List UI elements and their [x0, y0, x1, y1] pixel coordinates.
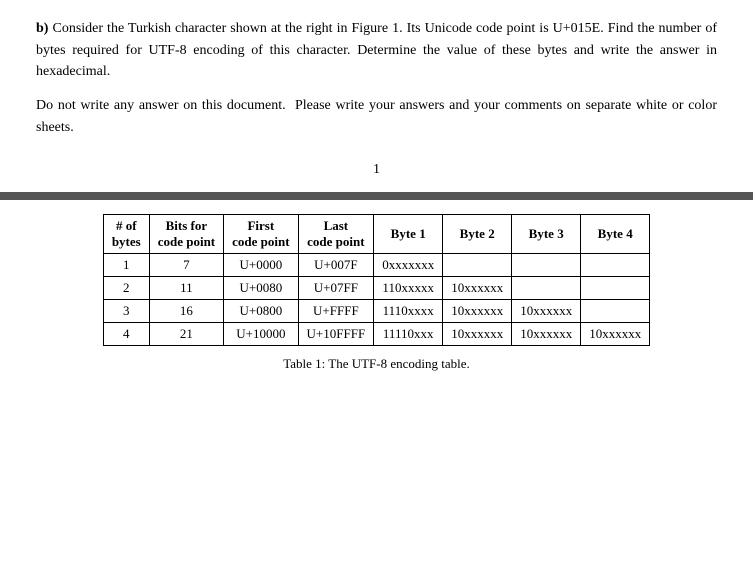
table-row: 211U+0080U+07FF110xxxxx10xxxxxx — [103, 277, 649, 300]
cell-first: U+0080 — [224, 277, 298, 300]
cell-last: U+07FF — [298, 277, 374, 300]
paragraph-b-text: Consider the Turkish character shown at … — [36, 21, 717, 79]
cell-bytes: 2 — [103, 277, 149, 300]
cell-last: U+007F — [298, 254, 374, 277]
section-divider — [0, 192, 753, 200]
header-bytes: # of bytes — [103, 215, 149, 254]
bold-b: b) — [36, 21, 48, 36]
cell-byte1: 0xxxxxxx — [374, 254, 443, 277]
cell-byte4 — [581, 300, 650, 323]
table-row: 316U+0800U+FFFF1110xxxx10xxxxxx10xxxxxx — [103, 300, 649, 323]
cell-byte3 — [512, 254, 581, 277]
cell-bits: 7 — [149, 254, 223, 277]
header-bits: Bits for code point — [149, 215, 223, 254]
notice-paragraph: Do not write any answer on this document… — [36, 95, 717, 138]
top-section: b) Consider the Turkish character shown … — [0, 0, 753, 156]
utf8-encoding-table: # of bytes Bits for code point First cod… — [103, 214, 650, 346]
cell-byte3: 10xxxxxx — [512, 323, 581, 346]
cell-byte2: 10xxxxxx — [443, 277, 512, 300]
cell-byte4 — [581, 254, 650, 277]
notice-text: Do not write any answer on this document… — [36, 98, 717, 135]
cell-bits: 21 — [149, 323, 223, 346]
header-byte4: Byte 4 — [581, 215, 650, 254]
cell-last: U+FFFF — [298, 300, 374, 323]
header-first: First code point — [224, 215, 298, 254]
header-byte1: Byte 1 — [374, 215, 443, 254]
cell-first: U+0000 — [224, 254, 298, 277]
cell-byte3: 10xxxxxx — [512, 300, 581, 323]
page-number-value: 1 — [373, 162, 380, 177]
cell-first: U+0800 — [224, 300, 298, 323]
cell-last: U+10FFFF — [298, 323, 374, 346]
cell-byte2: 10xxxxxx — [443, 300, 512, 323]
page-number: 1 — [0, 162, 753, 178]
table-caption: Table 1: The UTF-8 encoding table. — [20, 356, 733, 372]
cell-byte1: 110xxxxx — [374, 277, 443, 300]
cell-byte2: 10xxxxxx — [443, 323, 512, 346]
header-byte3: Byte 3 — [512, 215, 581, 254]
header-last: Last code point — [298, 215, 374, 254]
cell-byte2 — [443, 254, 512, 277]
table-row: 17U+0000U+007F0xxxxxxx — [103, 254, 649, 277]
cell-bytes: 3 — [103, 300, 149, 323]
table-row: 421U+10000U+10FFFF11110xxx10xxxxxx10xxxx… — [103, 323, 649, 346]
cell-byte1: 11110xxx — [374, 323, 443, 346]
cell-bits: 11 — [149, 277, 223, 300]
paragraph-b: b) Consider the Turkish character shown … — [36, 18, 717, 83]
cell-byte4 — [581, 277, 650, 300]
cell-bytes: 1 — [103, 254, 149, 277]
header-byte2: Byte 2 — [443, 215, 512, 254]
bottom-section: # of bytes Bits for code point First cod… — [0, 200, 753, 382]
cell-byte3 — [512, 277, 581, 300]
cell-byte1: 1110xxxx — [374, 300, 443, 323]
cell-byte4: 10xxxxxx — [581, 323, 650, 346]
cell-bytes: 4 — [103, 323, 149, 346]
cell-first: U+10000 — [224, 323, 298, 346]
cell-bits: 16 — [149, 300, 223, 323]
